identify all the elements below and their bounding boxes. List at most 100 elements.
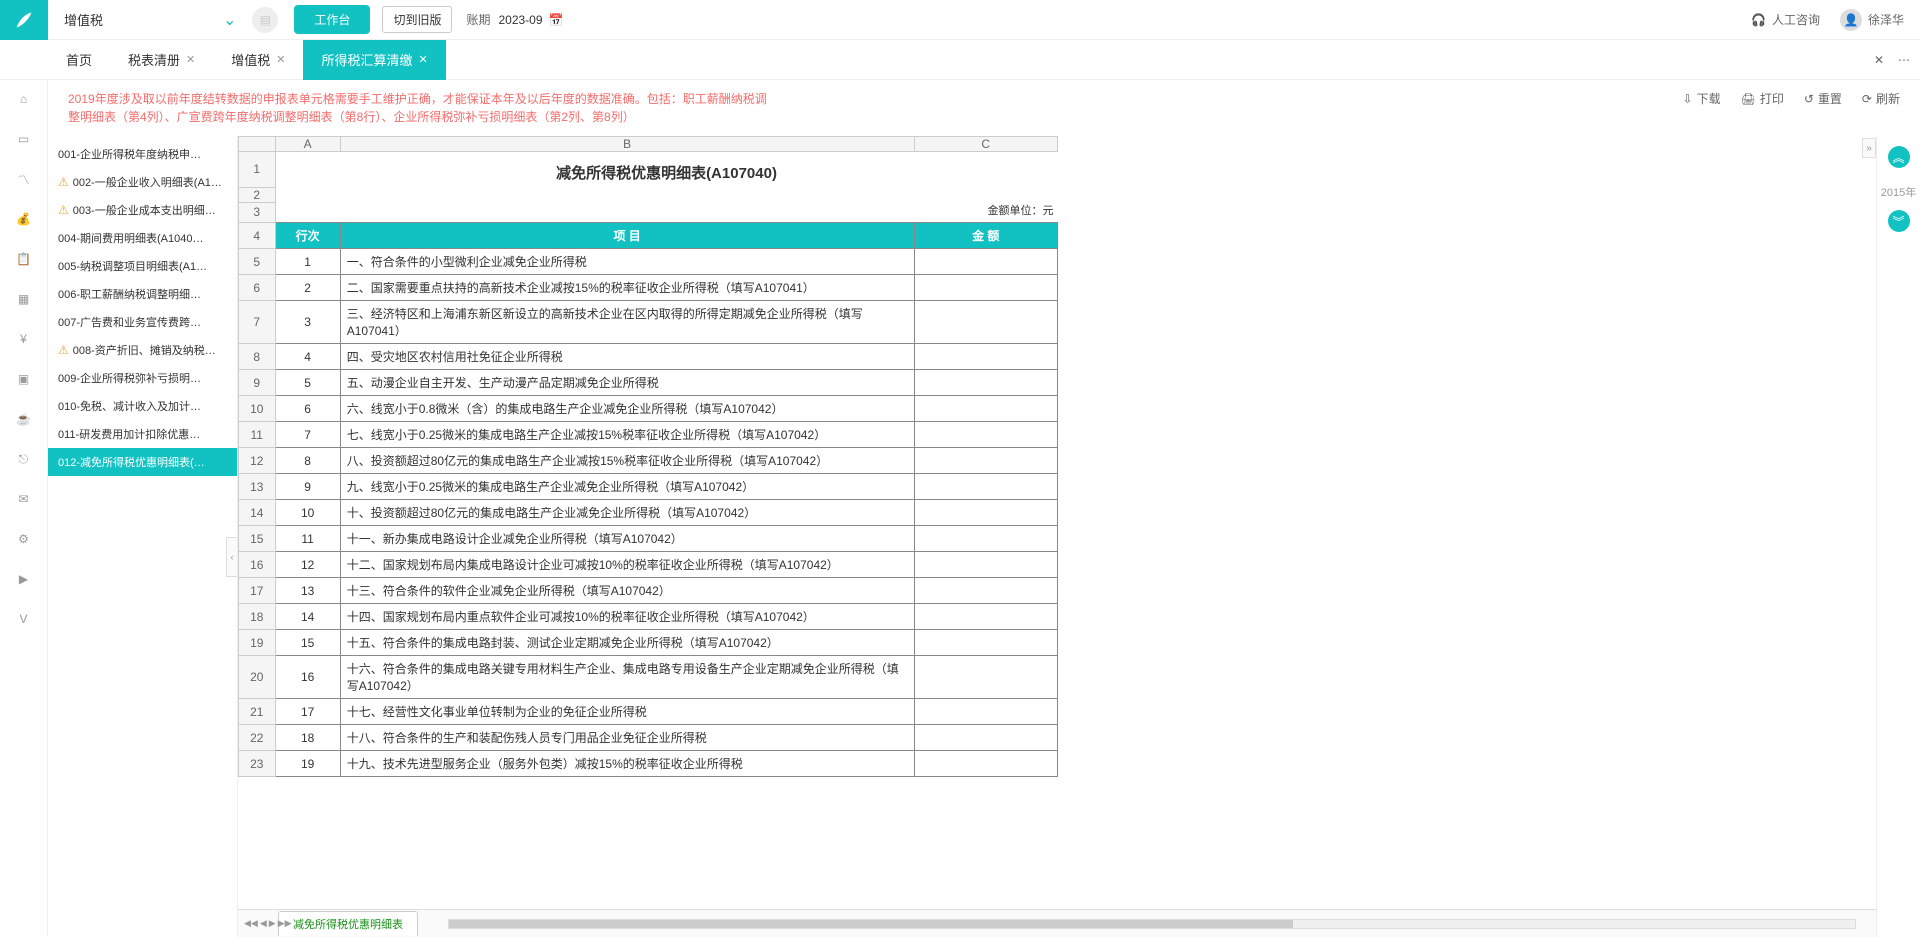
nav-clipboard-icon[interactable]: 📋 bbox=[15, 250, 33, 268]
side-item[interactable]: 001-企业所得税年度纳税申… bbox=[48, 140, 237, 168]
row-number[interactable]: 19 bbox=[275, 751, 340, 777]
module-dropdown[interactable]: 增值税 ⌄ bbox=[64, 10, 236, 30]
row-number[interactable]: 8 bbox=[275, 448, 340, 474]
nav-money-icon[interactable]: 💰 bbox=[15, 210, 33, 228]
row-item[interactable]: 一、符合条件的小型微利企业减免企业所得税 bbox=[340, 249, 914, 275]
nav-report-icon[interactable]: ▦ bbox=[15, 290, 33, 308]
side-item[interactable]: 010-免税、减计收入及加计… bbox=[48, 392, 237, 420]
row-number[interactable]: 17 bbox=[275, 699, 340, 725]
nav-grid-icon[interactable]: ▣ bbox=[15, 370, 33, 388]
row-item[interactable]: 十、投资额超过80亿元的集成电路生产企业减免企业所得税（填写A107042） bbox=[340, 500, 914, 526]
nav-last-icon[interactable]: ▶▶ bbox=[278, 918, 292, 929]
side-item[interactable]: 011-研发费用加计扣除优惠… bbox=[48, 420, 237, 448]
row-item[interactable]: 十五、符合条件的集成电路封装、测试企业定期减免企业所得税（填写A107042） bbox=[340, 630, 914, 656]
row-amount[interactable] bbox=[914, 630, 1057, 656]
col-header-b[interactable]: B bbox=[340, 137, 914, 152]
doc-circle-button[interactable]: ▤ bbox=[252, 7, 278, 33]
side-item[interactable]: 009-企业所得税弥补亏损明… bbox=[48, 364, 237, 392]
side-item[interactable]: 005-纳税调整项目明细表(A1… bbox=[48, 252, 237, 280]
nav-chart-icon[interactable]: 〽 bbox=[15, 170, 33, 188]
row-amount[interactable] bbox=[914, 604, 1057, 630]
row-number[interactable]: 12 bbox=[275, 552, 340, 578]
row-item[interactable]: 十三、符合条件的软件企业减免企业所得税（填写A107042） bbox=[340, 578, 914, 604]
col-header-c[interactable]: C bbox=[914, 137, 1057, 152]
sheet-tab-active[interactable]: 减免所得税优惠明细表 bbox=[278, 911, 418, 936]
row-number[interactable]: 10 bbox=[275, 500, 340, 526]
tab-增值税[interactable]: 增值税✕ bbox=[213, 40, 303, 80]
reset-button[interactable]: ↺ 重置 bbox=[1804, 90, 1842, 108]
row-item[interactable]: 五、动漫企业自主开发、生产动漫产品定期减免企业所得税 bbox=[340, 370, 914, 396]
row-amount[interactable] bbox=[914, 422, 1057, 448]
row-number[interactable]: 9 bbox=[275, 474, 340, 500]
tabs-more-button[interactable]: ⋯ bbox=[1898, 53, 1910, 67]
nav-v-icon[interactable]: V bbox=[15, 610, 33, 628]
period-picker[interactable]: 2023-09 📅 bbox=[498, 13, 563, 27]
close-icon[interactable]: ✕ bbox=[276, 53, 285, 66]
row-amount[interactable] bbox=[914, 448, 1057, 474]
download-button[interactable]: ⇩ 下载 bbox=[1683, 90, 1721, 108]
row-item[interactable]: 十七、经营性文化事业单位转制为企业的免征企业所得税 bbox=[340, 699, 914, 725]
nav-home-icon[interactable]: ⌂ bbox=[15, 90, 33, 108]
year-button[interactable]: 2015年 bbox=[1879, 180, 1919, 204]
row-number[interactable]: 11 bbox=[275, 526, 340, 552]
row-number[interactable]: 2 bbox=[275, 275, 340, 301]
row-number[interactable]: 4 bbox=[275, 344, 340, 370]
row-item[interactable]: 二、国家需要重点扶持的高新技术企业减按15%的税率征收企业所得税（填写A1070… bbox=[340, 275, 914, 301]
row-item[interactable]: 十四、国家规划布局内重点软件企业可减按10%的税率征收企业所得税（填写A1070… bbox=[340, 604, 914, 630]
tab-所得税汇算清缴[interactable]: 所得税汇算清缴✕ bbox=[303, 40, 445, 80]
nav-first-icon[interactable]: ◀◀ bbox=[244, 918, 258, 929]
row-number[interactable]: 14 bbox=[275, 604, 340, 630]
expand-handle[interactable]: » bbox=[1862, 138, 1876, 158]
col-header-a[interactable]: A bbox=[275, 137, 340, 152]
row-item[interactable]: 八、投资额超过80亿元的集成电路生产企业减按15%税率征收企业所得税（填写A10… bbox=[340, 448, 914, 474]
spreadsheet[interactable]: A B C 1 减免所得税优惠明细表(A107040) 2 3 金额单位：元 bbox=[238, 136, 1058, 777]
nav-currency-icon[interactable]: ¥ bbox=[15, 330, 33, 348]
nav-settings-icon[interactable]: ⚙ bbox=[15, 530, 33, 548]
print-button[interactable]: 🖨 打印 bbox=[1741, 90, 1784, 108]
row-amount[interactable] bbox=[914, 301, 1057, 344]
nav-export-icon[interactable]: ⎋ bbox=[15, 450, 33, 468]
row-number[interactable]: 15 bbox=[275, 630, 340, 656]
old-version-button[interactable]: 切到旧版 bbox=[382, 6, 452, 33]
user-menu[interactable]: 👤 徐泽华 bbox=[1840, 9, 1904, 31]
row-item[interactable]: 十八、符合条件的生产和装配伤残人员专门用品企业免征企业所得税 bbox=[340, 725, 914, 751]
form-list[interactable]: 001-企业所得税年度纳税申…⚠002-一般企业收入明细表(A1…⚠003-一般… bbox=[48, 136, 238, 937]
row-item[interactable]: 九、线宽小于0.25微米的集成电路生产企业减免企业所得税（填写A107042） bbox=[340, 474, 914, 500]
row-item[interactable]: 十九、技术先进型服务企业（服务外包类）减按15%的税率征收企业所得税 bbox=[340, 751, 914, 777]
side-item[interactable]: 006-职工薪酬纳税调整明细… bbox=[48, 280, 237, 308]
nav-prev-icon[interactable]: ◀ bbox=[260, 918, 267, 929]
row-amount[interactable] bbox=[914, 474, 1057, 500]
side-item[interactable]: ⚠003-一般企业成本支出明细… bbox=[48, 196, 237, 224]
row-amount[interactable] bbox=[914, 275, 1057, 301]
side-item[interactable]: ⚠002-一般企业收入明细表(A1… bbox=[48, 168, 237, 196]
side-item[interactable]: 007-广告费和业务宣传费跨… bbox=[48, 308, 237, 336]
row-item[interactable]: 三、经济特区和上海浦东新区新设立的高新技术企业在区内取得的所得定期减免企业所得税… bbox=[340, 301, 914, 344]
collapse-handle[interactable]: ‹ bbox=[226, 537, 238, 577]
row-number[interactable]: 6 bbox=[275, 396, 340, 422]
row-amount[interactable] bbox=[914, 500, 1057, 526]
row-amount[interactable] bbox=[914, 526, 1057, 552]
row-number[interactable]: 18 bbox=[275, 725, 340, 751]
row-item[interactable]: 六、线宽小于0.8微米（含）的集成电路生产企业减免企业所得税（填写A107042… bbox=[340, 396, 914, 422]
row-amount[interactable] bbox=[914, 725, 1057, 751]
sheet-scroll[interactable]: A B C 1 减免所得税优惠明细表(A107040) 2 3 金额单位：元 bbox=[238, 136, 1876, 909]
row-number[interactable]: 13 bbox=[275, 578, 340, 604]
row-item[interactable]: 十一、新办集成电路设计企业减免企业所得税（填写A107042） bbox=[340, 526, 914, 552]
nav-tax-icon[interactable]: ☕ bbox=[15, 410, 33, 428]
row-amount[interactable] bbox=[914, 344, 1057, 370]
row-amount[interactable] bbox=[914, 396, 1057, 422]
support-link[interactable]: 🎧 人工咨询 bbox=[1751, 11, 1820, 28]
close-icon[interactable]: ✕ bbox=[186, 53, 195, 66]
side-item[interactable]: ⚠008-资产折旧、摊销及纳税… bbox=[48, 336, 237, 364]
row-amount[interactable] bbox=[914, 751, 1057, 777]
workbench-button[interactable]: 工作台 bbox=[294, 5, 370, 34]
year-scroll-down[interactable]: ︾ bbox=[1888, 210, 1910, 232]
row-item[interactable]: 十六、符合条件的集成电路关键专用材料生产企业、集成电路专用设备生产企业定期减免企… bbox=[340, 656, 914, 699]
nav-video-icon[interactable]: ▶ bbox=[15, 570, 33, 588]
row-number[interactable]: 5 bbox=[275, 370, 340, 396]
row-amount[interactable] bbox=[914, 699, 1057, 725]
side-item[interactable]: 004-期间费用明细表(A1040… bbox=[48, 224, 237, 252]
row-number[interactable]: 16 bbox=[275, 656, 340, 699]
nav-invoice-icon[interactable]: ▭ bbox=[15, 130, 33, 148]
close-all-button[interactable]: ✕ bbox=[1874, 53, 1884, 67]
